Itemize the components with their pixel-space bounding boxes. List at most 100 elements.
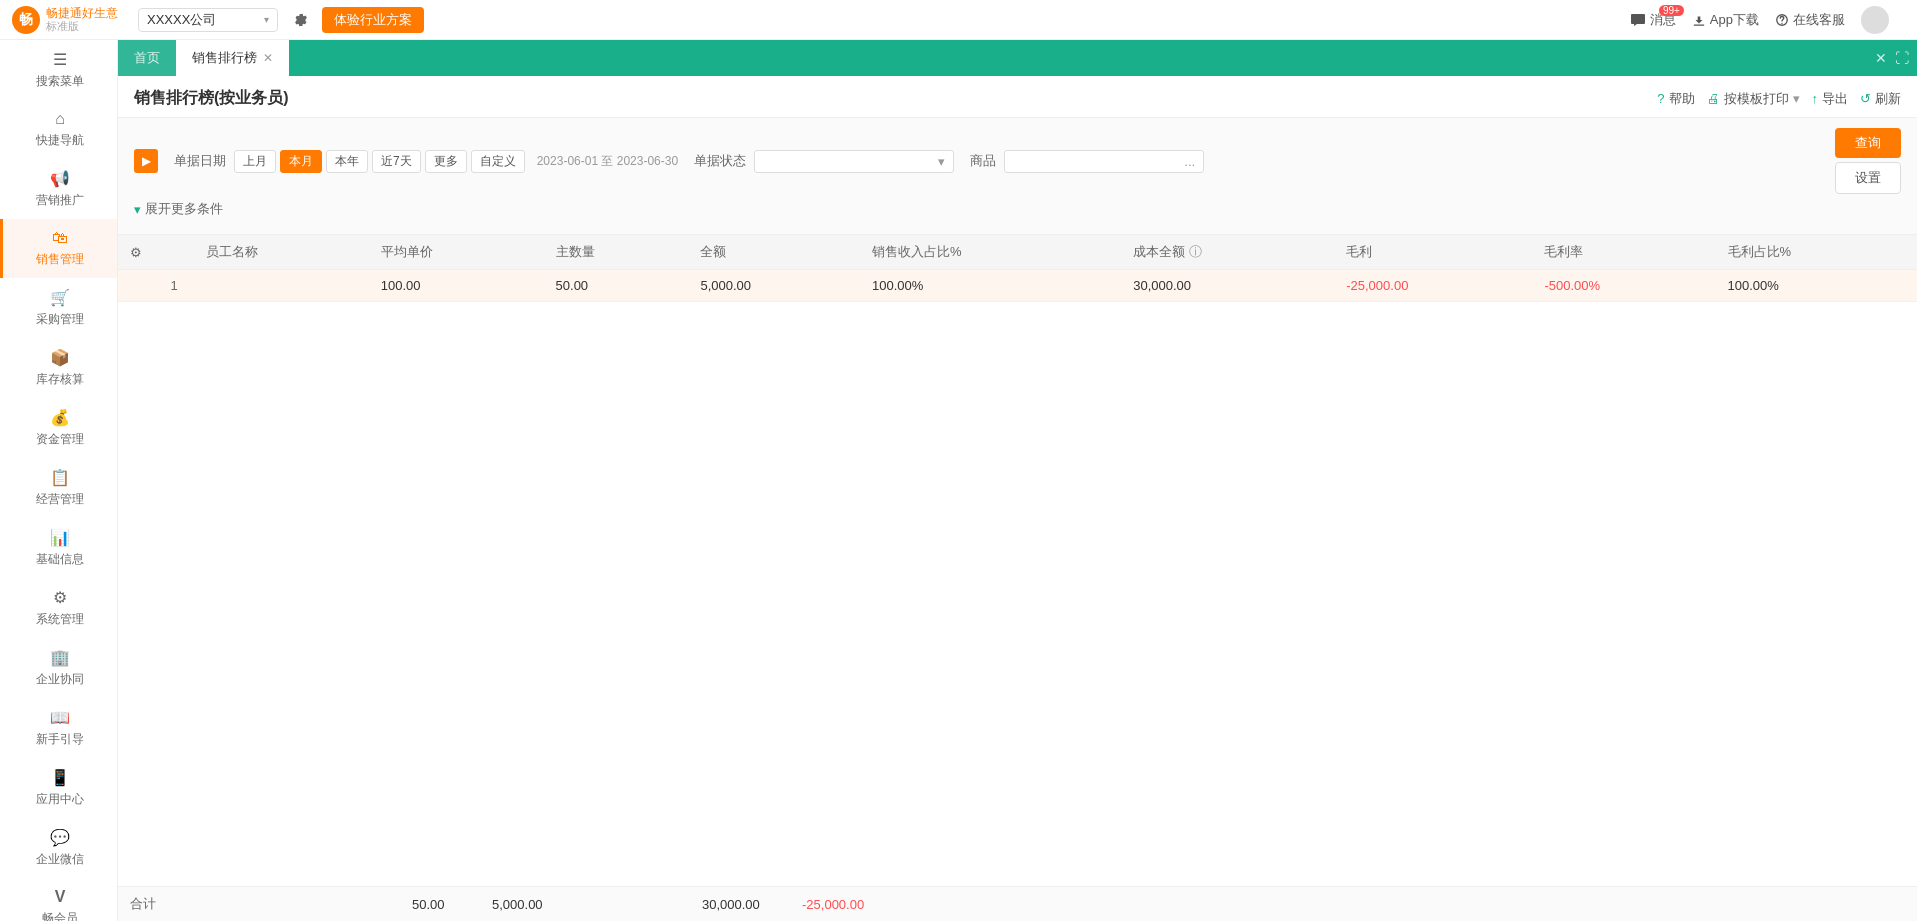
app-download-label: App下载 xyxy=(1710,11,1759,29)
date-btn-last-month[interactable]: 上月 xyxy=(234,150,276,173)
tab-home-label: 首页 xyxy=(134,49,160,67)
sidebar-item-marketing[interactable]: 📢 营销推广 xyxy=(0,159,117,219)
online-support-button[interactable]: 在线客服 xyxy=(1775,11,1845,29)
print-label: 按模板打印 xyxy=(1724,90,1789,108)
sidebar-item-purchase[interactable]: 🛒 采购管理 xyxy=(0,278,117,338)
avatar xyxy=(1861,6,1889,34)
table-area: ⚙ 员工名称 平均单价 主数量 全额 销售收入占比% 成本全额 ⓘ xyxy=(118,235,1917,886)
footer-main-qty-val: 50.00 xyxy=(400,897,480,912)
col-avg-price: 平均单价 xyxy=(369,235,544,270)
sidebar-label-operations: 经营管理 xyxy=(36,491,84,508)
date-btn-this-month[interactable]: 本月 xyxy=(280,150,322,173)
filter-toggle-button[interactable]: ▶ xyxy=(134,149,158,173)
goods-input[interactable]: ... xyxy=(1004,150,1204,173)
sidebar-item-inventory[interactable]: 📦 库存核算 xyxy=(0,338,117,398)
sidebar-item-app-center[interactable]: 📱 应用中心 xyxy=(0,758,117,818)
help-button[interactable]: ? 帮助 xyxy=(1657,90,1694,108)
printer-icon: 🖨 xyxy=(1707,91,1720,106)
row-gross: -25,000.00 xyxy=(1334,270,1532,302)
footer-main-qty xyxy=(250,897,400,912)
tab-close-all-button[interactable]: ✕ xyxy=(1875,50,1887,66)
filter-toggle-icon: ▶ xyxy=(142,154,151,168)
tab-close-icon[interactable]: ✕ xyxy=(263,51,273,65)
page-title: 销售排行榜(按业务员) xyxy=(134,88,289,109)
col-rank xyxy=(154,235,194,270)
date-btn-7days[interactable]: 近7天 xyxy=(372,150,421,173)
app-center-icon: 📱 xyxy=(50,768,70,787)
settings-filter-button[interactable]: 设置 xyxy=(1835,162,1901,194)
sidebar-item-quick-nav[interactable]: ⌂ 快捷导航 xyxy=(0,100,117,159)
sidebar-item-search[interactable]: ☰ 搜索菜单 xyxy=(0,40,117,100)
row-gross-pct: 100.00% xyxy=(1716,270,1917,302)
sidebar-item-operations[interactable]: 📋 经营管理 xyxy=(0,458,117,518)
inventory-icon: 📦 xyxy=(50,348,70,367)
print-button[interactable]: 🖨 按模板打印 ▾ xyxy=(1707,90,1800,108)
filter-row: ▶ 单据日期 上月 本月 本年 近7天 更多 自定义 xyxy=(134,128,1901,194)
app-download-button[interactable]: App下载 xyxy=(1692,11,1759,29)
table-header-row: ⚙ 员工名称 平均单价 主数量 全额 销售收入占比% 成本全额 ⓘ xyxy=(118,235,1917,270)
footer-total-label: 合计 xyxy=(130,895,250,913)
sidebar-item-collab[interactable]: 🏢 企业协同 xyxy=(0,638,117,698)
topbar-settings-button[interactable] xyxy=(286,6,314,34)
sidebar-item-finance[interactable]: 💰 资金管理 xyxy=(0,398,117,458)
date-btn-this-year[interactable]: 本年 xyxy=(326,150,368,173)
message-button[interactable]: 消息 99+ xyxy=(1630,11,1676,29)
status-select[interactable]: ▾ xyxy=(754,150,954,173)
tab-controls: ✕ ⛶ xyxy=(1867,50,1917,66)
row-avg-price: 100.00 xyxy=(369,270,544,302)
col-name: 员工名称 xyxy=(194,235,369,270)
member-icon: V xyxy=(55,888,66,906)
right-buttons: 查询 设置 xyxy=(1835,128,1901,194)
col-amount: 全额 xyxy=(688,235,860,270)
row-name xyxy=(194,270,369,302)
status-filter-label: 单据状态 xyxy=(694,152,746,170)
date-btn-custom[interactable]: 自定义 xyxy=(471,150,525,173)
row-settings xyxy=(118,270,154,302)
message-badge: 99+ xyxy=(1659,5,1684,16)
sidebar-item-weixin[interactable]: 💬 企业微信 xyxy=(0,818,117,878)
filter-area: ▶ 单据日期 上月 本月 本年 近7天 更多 自定义 xyxy=(118,118,1917,235)
filter-goods-item: 商品 ... xyxy=(970,150,1204,173)
company-selector[interactable]: XXXXX公司 ▾ xyxy=(138,8,278,32)
purchase-icon: 🛒 xyxy=(50,288,70,307)
company-name: XXXXX公司 xyxy=(147,11,260,29)
trial-button[interactable]: 体验行业方案 xyxy=(322,7,424,33)
sales-icon: 🛍 xyxy=(52,229,68,247)
svg-rect-0 xyxy=(1694,24,1705,25)
sidebar-item-base-info[interactable]: 📊 基础信息 xyxy=(0,518,117,578)
status-dropdown-icon: ▾ xyxy=(938,154,945,169)
sidebar-item-member[interactable]: V 畅会员 xyxy=(0,878,117,921)
sidebar-item-guide[interactable]: 📖 新手引导 xyxy=(0,698,117,758)
expand-more-button[interactable]: ▾ 展开更多条件 xyxy=(134,194,1901,224)
sidebar-item-system[interactable]: ⚙ 系统管理 xyxy=(0,578,117,638)
sidebar-label-member: 畅会员 xyxy=(42,910,78,921)
tab-sales-ranking[interactable]: 销售排行榜 ✕ xyxy=(176,40,289,76)
refresh-button[interactable]: ↺ 刷新 xyxy=(1860,90,1901,108)
finance-icon: 💰 xyxy=(50,408,70,427)
col-gross: 毛利 xyxy=(1334,235,1532,270)
sidebar-item-sales[interactable]: 🛍 销售管理 xyxy=(0,219,117,278)
export-button[interactable]: ↑ 导出 xyxy=(1812,90,1849,108)
chevron-down-icon: ▾ xyxy=(264,14,269,25)
page-actions: ? 帮助 🖨 按模板打印 ▾ ↑ 导出 ↺ xyxy=(1657,90,1901,108)
goods-more-icon: ... xyxy=(1184,154,1195,169)
date-btn-more[interactable]: 更多 xyxy=(425,150,467,173)
col-settings[interactable]: ⚙ xyxy=(118,235,154,270)
system-icon: ⚙ xyxy=(53,588,67,607)
tab-home[interactable]: 首页 xyxy=(118,40,176,76)
collab-icon: 🏢 xyxy=(50,648,70,667)
top-right: 消息 99+ App下载 在线客服 xyxy=(1630,6,1905,34)
goods-filter-label: 商品 xyxy=(970,152,996,170)
sidebar-label-sales: 销售管理 xyxy=(36,251,84,268)
query-button[interactable]: 查询 xyxy=(1835,128,1901,158)
col-sales-pct: 销售收入占比% xyxy=(860,235,1121,270)
tab-sales-ranking-label: 销售排行榜 xyxy=(192,49,257,67)
help-label: 帮助 xyxy=(1669,90,1695,108)
operations-icon: 📋 xyxy=(50,468,70,487)
col-gross-pct: 毛利占比% xyxy=(1716,235,1917,270)
sidebar-label-purchase: 采购管理 xyxy=(36,311,84,328)
tab-maximize-button[interactable]: ⛶ xyxy=(1895,50,1909,66)
export-icon: ↑ xyxy=(1812,91,1819,106)
col-gross-rate: 毛利率 xyxy=(1532,235,1715,270)
footer-cost: 30,000.00 xyxy=(690,897,790,912)
